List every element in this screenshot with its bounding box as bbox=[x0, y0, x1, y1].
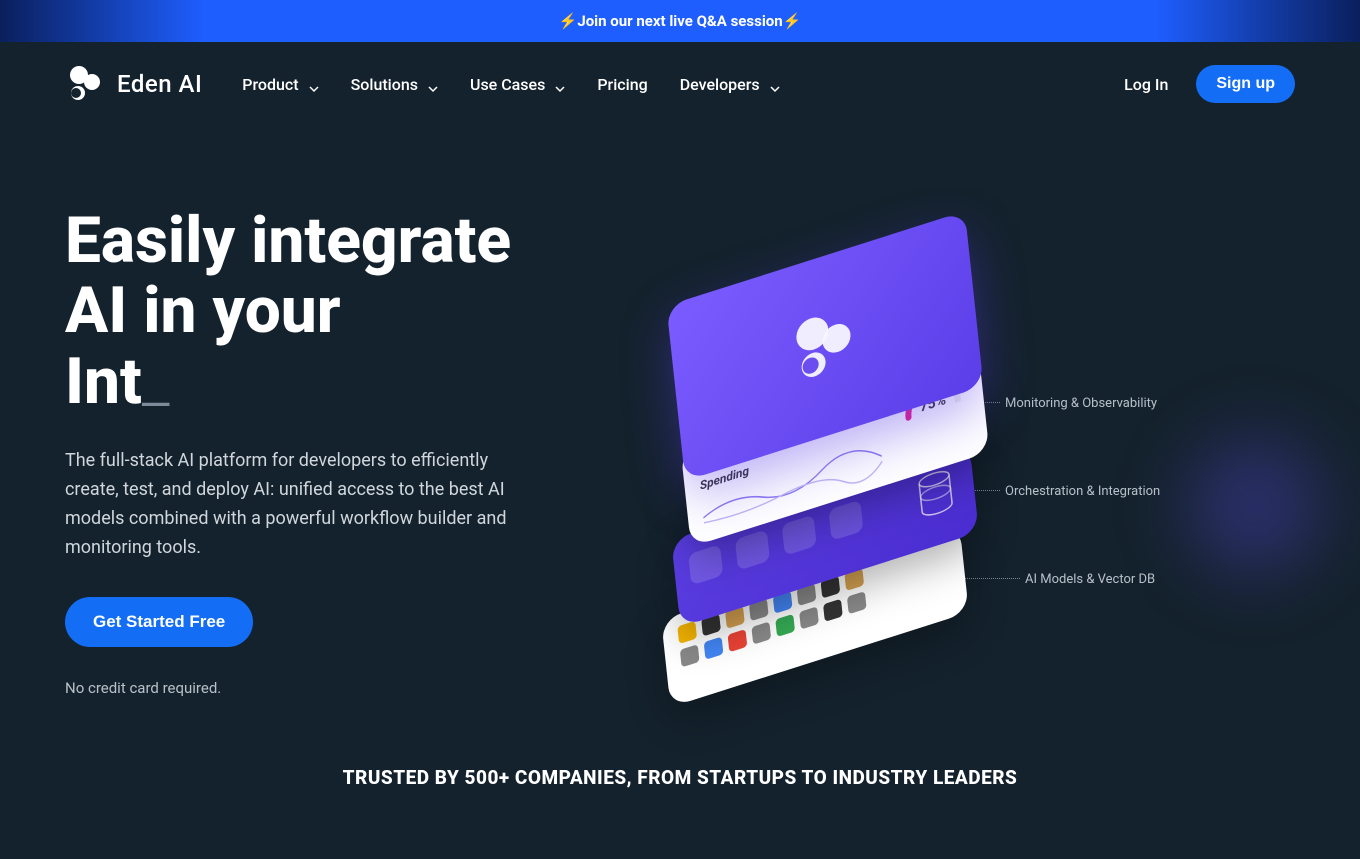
nav-left: Eden AI Product Solutions Use Cases bbox=[65, 64, 780, 104]
chevron-down-icon bbox=[555, 79, 565, 89]
logo-text: Eden AI bbox=[117, 70, 202, 98]
glow-effect bbox=[1155, 406, 1355, 606]
workflow-icon bbox=[782, 515, 817, 556]
layer-label-models: AI Models & Vector DB bbox=[1025, 572, 1155, 587]
logo-icon bbox=[65, 64, 105, 104]
workflow-icon bbox=[828, 500, 863, 541]
nav-item-pricing[interactable]: Pricing bbox=[597, 75, 647, 94]
nav-item-usecases[interactable]: Use Cases bbox=[470, 75, 565, 94]
model-icon bbox=[823, 599, 843, 622]
model-icon bbox=[751, 621, 771, 644]
stack-container: $910 Spending 75% bbox=[605, 236, 1165, 716]
nav-item-solutions[interactable]: Solutions bbox=[351, 75, 438, 94]
chevron-down-icon bbox=[309, 79, 319, 89]
model-icon bbox=[775, 614, 795, 637]
trusted-text: TRUSTED BY 500+ COMPANIES, FROM STARTUPS… bbox=[343, 766, 1018, 789]
nav-item-product[interactable]: Product bbox=[242, 75, 318, 94]
model-icon bbox=[728, 629, 748, 652]
database-icon bbox=[916, 466, 956, 521]
model-icon bbox=[677, 621, 697, 644]
nav-label: Use Cases bbox=[470, 75, 545, 94]
workflow-icon bbox=[735, 529, 770, 570]
typed-cursor: _ bbox=[142, 344, 170, 419]
signup-button[interactable]: Sign up bbox=[1196, 65, 1295, 103]
title-line-1: Easily integrate bbox=[65, 203, 511, 278]
layer-label-monitoring: Monitoring & Observability bbox=[1005, 396, 1157, 411]
get-started-button[interactable]: Get Started Free bbox=[65, 597, 253, 647]
hero-title: Easily integrate AI in your Int_ bbox=[65, 206, 545, 417]
announcement-bar[interactable]: ⚡Join our next live Q&A session⚡ bbox=[0, 0, 1360, 42]
model-icon bbox=[680, 644, 700, 667]
hero-illustration: $910 Spending 75% bbox=[585, 206, 1295, 706]
hero-left: Easily integrate AI in your Int_ The ful… bbox=[65, 206, 545, 706]
chevron-down-icon bbox=[428, 79, 438, 89]
layer-label-orchestration: Orchestration & Integration bbox=[1005, 484, 1160, 499]
model-icon bbox=[847, 591, 867, 614]
nav-menu: Product Solutions Use Cases Pricing bbox=[242, 75, 779, 94]
title-line-2: AI in your bbox=[65, 273, 341, 348]
nav-label: Developers bbox=[680, 75, 760, 94]
nav-item-developers[interactable]: Developers bbox=[680, 75, 780, 94]
model-icon bbox=[799, 606, 819, 629]
login-link[interactable]: Log In bbox=[1124, 75, 1168, 94]
hero-section: Easily integrate AI in your Int_ The ful… bbox=[0, 126, 1360, 706]
trusted-section: TRUSTED BY 500+ COMPANIES, FROM STARTUPS… bbox=[0, 706, 1360, 789]
card-logo-icon bbox=[787, 301, 864, 391]
nav-label: Pricing bbox=[597, 75, 647, 94]
chevron-down-icon bbox=[770, 79, 780, 89]
hero-description: The full-stack AI platform for developer… bbox=[65, 447, 525, 562]
nav-label: Solutions bbox=[351, 75, 418, 94]
workflow-icon bbox=[688, 544, 723, 585]
nav-right: Log In Sign up bbox=[1124, 65, 1295, 103]
no-credit-note: No credit card required. bbox=[65, 679, 545, 697]
nav-label: Product bbox=[242, 75, 298, 94]
logo[interactable]: Eden AI bbox=[65, 64, 202, 104]
title-typed: Int bbox=[65, 344, 142, 419]
model-icon bbox=[704, 637, 724, 660]
main-header: Eden AI Product Solutions Use Cases bbox=[0, 42, 1360, 126]
announcement-text: ⚡Join our next live Q&A session⚡ bbox=[559, 12, 802, 30]
